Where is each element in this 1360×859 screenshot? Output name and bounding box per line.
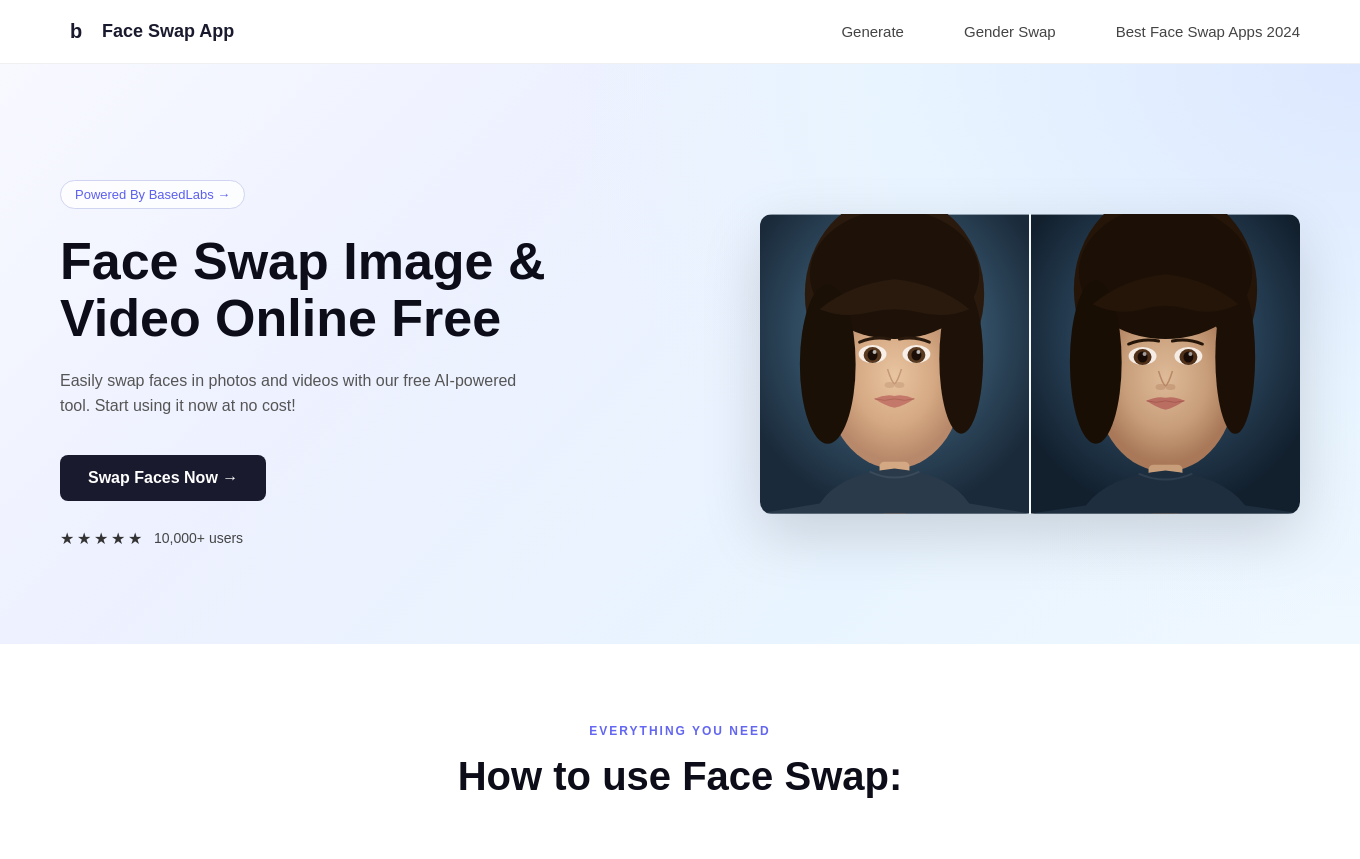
star-4: ★ bbox=[111, 529, 125, 548]
nav-link-best-apps[interactable]: Best Face Swap Apps 2024 bbox=[1116, 23, 1300, 40]
hero-image-original bbox=[760, 214, 1029, 514]
face-portrait-left bbox=[760, 214, 1029, 514]
nav-link-generate[interactable]: Generate bbox=[841, 23, 904, 40]
navbar: b Face Swap App Generate Gender Swap Bes… bbox=[0, 0, 1360, 64]
svg-point-32 bbox=[1166, 384, 1176, 390]
svg-point-30 bbox=[1188, 352, 1192, 356]
users-text: 10,000+ users bbox=[154, 530, 243, 546]
hero-title-line1: Face Swap Image & bbox=[60, 232, 546, 290]
powered-badge[interactable]: Powered By BasedLabs → bbox=[60, 180, 245, 209]
hero-right bbox=[618, 214, 1300, 514]
face-portrait-right bbox=[1031, 214, 1300, 514]
svg-point-12 bbox=[873, 350, 877, 354]
nav-logo[interactable]: b Face Swap App bbox=[60, 16, 234, 48]
star-row: ★ ★ ★ ★ ★ 10,000+ users bbox=[60, 529, 618, 548]
hero-title: Face Swap Image & Video Online Free bbox=[60, 233, 618, 347]
star-2: ★ bbox=[77, 529, 91, 548]
hero-left: Powered By BasedLabs → Face Swap Image &… bbox=[60, 180, 618, 548]
hero-title-line2: Video Online Free bbox=[60, 289, 501, 347]
svg-point-15 bbox=[895, 382, 905, 388]
hero-image-swapped bbox=[1031, 214, 1300, 514]
svg-point-29 bbox=[1143, 352, 1147, 356]
steps-section: EVERYTHING YOU NEED How to use Face Swap… bbox=[0, 644, 1360, 859]
star-5: ★ bbox=[128, 529, 142, 548]
hero-subtitle: Easily swap faces in photos and videos w… bbox=[60, 368, 540, 419]
nav-links: Generate Gender Swap Best Face Swap Apps… bbox=[841, 23, 1300, 40]
svg-point-14 bbox=[885, 382, 895, 388]
svg-point-13 bbox=[916, 350, 920, 354]
stars-display: ★ ★ ★ ★ ★ bbox=[60, 529, 142, 548]
hero-image-compare bbox=[760, 214, 1300, 514]
svg-point-31 bbox=[1156, 384, 1166, 390]
steps-eyebrow: EVERYTHING YOU NEED bbox=[60, 724, 1300, 738]
star-1: ★ bbox=[60, 529, 74, 548]
swap-faces-button[interactable]: Swap Faces Now → bbox=[60, 455, 266, 501]
star-3: ★ bbox=[94, 529, 108, 548]
steps-title: How to use Face Swap: bbox=[60, 754, 1300, 799]
hero-section: Powered By BasedLabs → Face Swap Image &… bbox=[0, 64, 1360, 644]
logo-text: Face Swap App bbox=[102, 21, 234, 42]
nav-link-gender-swap[interactable]: Gender Swap bbox=[964, 23, 1056, 40]
logo-icon: b bbox=[60, 16, 92, 48]
